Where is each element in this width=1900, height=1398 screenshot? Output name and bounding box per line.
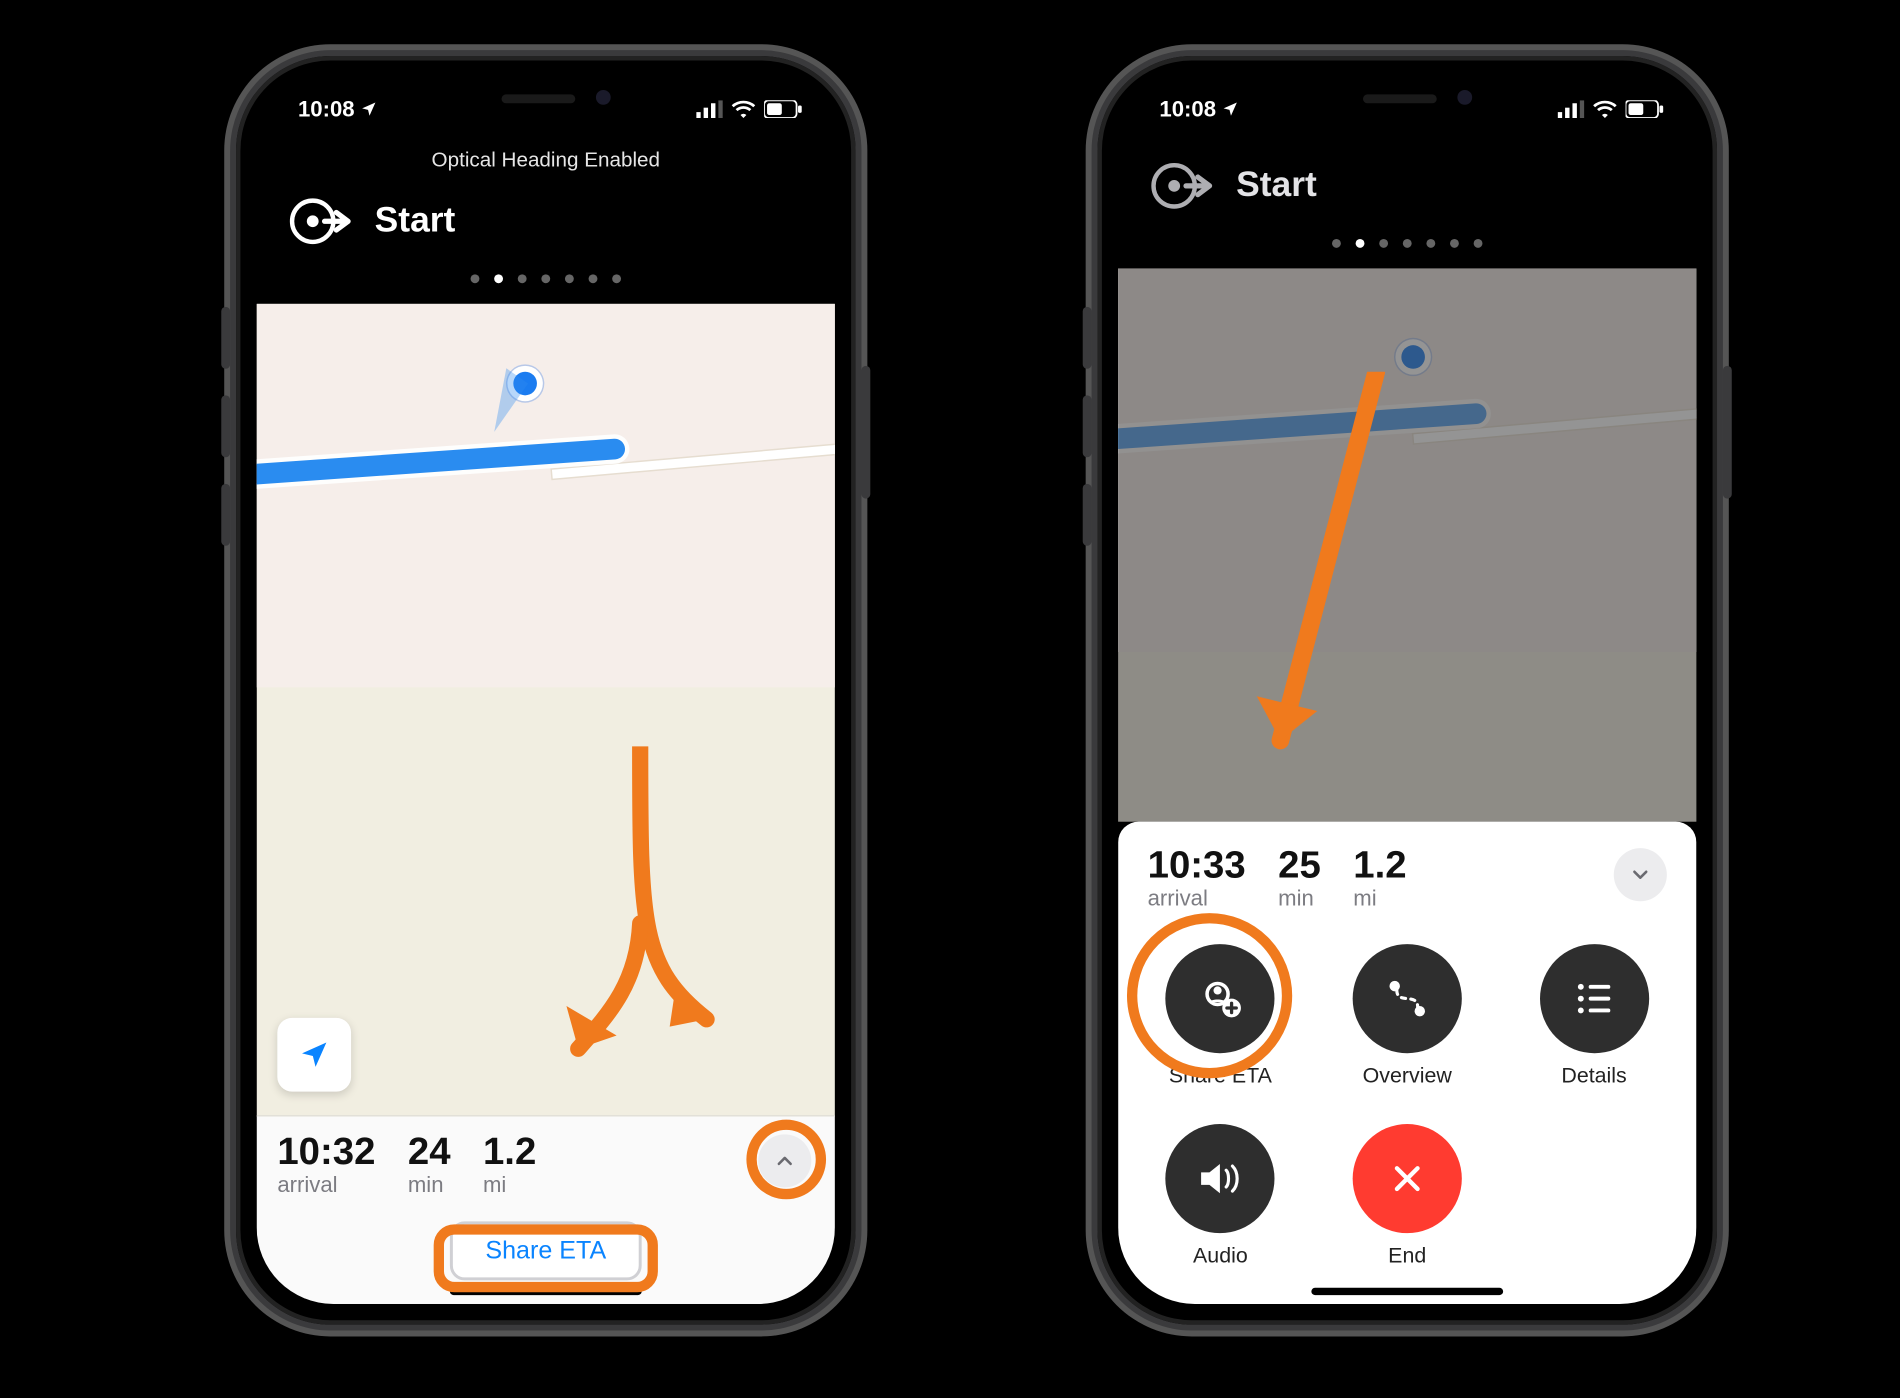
map-canvas[interactable] bbox=[257, 304, 835, 1115]
status-time: 10:08 bbox=[1159, 97, 1216, 122]
location-arrow-icon bbox=[360, 100, 378, 118]
share-eta-action[interactable]: Share ETA bbox=[1166, 944, 1275, 1089]
recenter-button[interactable] bbox=[277, 1018, 351, 1092]
collapse-sheet-button[interactable] bbox=[1614, 848, 1667, 901]
distance-stat: 1.2 mi bbox=[483, 1131, 536, 1197]
overview-label: Overview bbox=[1353, 1065, 1462, 1089]
home-indicator[interactable] bbox=[1311, 1288, 1503, 1295]
battery-icon bbox=[1626, 100, 1664, 118]
nav-instruction-text: Start bbox=[375, 201, 456, 242]
user-location-dot bbox=[1401, 345, 1425, 369]
expand-sheet-button[interactable] bbox=[758, 1134, 811, 1187]
device-notch bbox=[413, 77, 679, 121]
chevron-down-icon bbox=[1629, 863, 1653, 887]
end-label: End bbox=[1353, 1245, 1462, 1269]
arrival-stat: 10:32 arrival bbox=[277, 1131, 375, 1197]
chevron-up-icon bbox=[773, 1149, 797, 1173]
status-time: 10:08 bbox=[298, 97, 355, 122]
audio-label: Audio bbox=[1166, 1245, 1275, 1269]
navigation-banner[interactable]: Start bbox=[1118, 142, 1696, 269]
cellular-icon bbox=[1558, 100, 1585, 118]
end-action[interactable]: End bbox=[1353, 1124, 1462, 1269]
phone-right: 10:08 bbox=[1097, 56, 1717, 1325]
route-summary-sheet: 10:32 arrival 24 min 1.2 mi bbox=[257, 1115, 835, 1304]
phone-left: 10:08 bbox=[236, 56, 856, 1325]
battery-icon bbox=[764, 100, 802, 118]
page-indicator[interactable] bbox=[280, 266, 811, 284]
duration-stat: 25 min bbox=[1278, 845, 1321, 911]
page-indicator[interactable] bbox=[1142, 230, 1673, 248]
duration-stat: 24 min bbox=[408, 1131, 451, 1197]
cellular-icon bbox=[696, 100, 723, 118]
overview-action[interactable]: Overview bbox=[1353, 944, 1462, 1089]
wifi-icon bbox=[732, 100, 756, 118]
audio-action[interactable]: Audio bbox=[1166, 1124, 1275, 1269]
start-maneuver-icon bbox=[286, 189, 351, 254]
route-actions-sheet: 10:33 arrival 25 min 1.2 mi bbox=[1118, 822, 1696, 1304]
wifi-icon bbox=[1593, 100, 1617, 118]
distance-stat: 1.2 mi bbox=[1353, 845, 1406, 911]
details-label: Details bbox=[1539, 1065, 1648, 1089]
nav-instruction-text: Start bbox=[1236, 165, 1317, 206]
map-canvas[interactable] bbox=[1118, 268, 1696, 821]
arrival-stat: 10:33 arrival bbox=[1148, 845, 1246, 911]
share-eta-icon bbox=[1192, 971, 1248, 1027]
navigation-banner[interactable]: Optical Heading Enabled Start bbox=[257, 142, 835, 304]
details-action[interactable]: Details bbox=[1539, 944, 1648, 1089]
user-location-dot bbox=[513, 372, 537, 396]
close-x-icon bbox=[1387, 1158, 1428, 1199]
optical-heading-label: Optical Heading Enabled bbox=[280, 142, 811, 183]
start-maneuver-icon bbox=[1148, 153, 1213, 218]
share-eta-button[interactable]: Share ETA bbox=[450, 1221, 642, 1280]
location-arrow-icon bbox=[1222, 100, 1240, 118]
overview-icon bbox=[1382, 974, 1432, 1024]
share-eta-label: Share ETA bbox=[1166, 1065, 1275, 1089]
speaker-icon bbox=[1195, 1154, 1245, 1204]
details-list-icon bbox=[1570, 975, 1617, 1022]
device-notch bbox=[1274, 77, 1540, 121]
home-indicator[interactable] bbox=[450, 1288, 642, 1295]
